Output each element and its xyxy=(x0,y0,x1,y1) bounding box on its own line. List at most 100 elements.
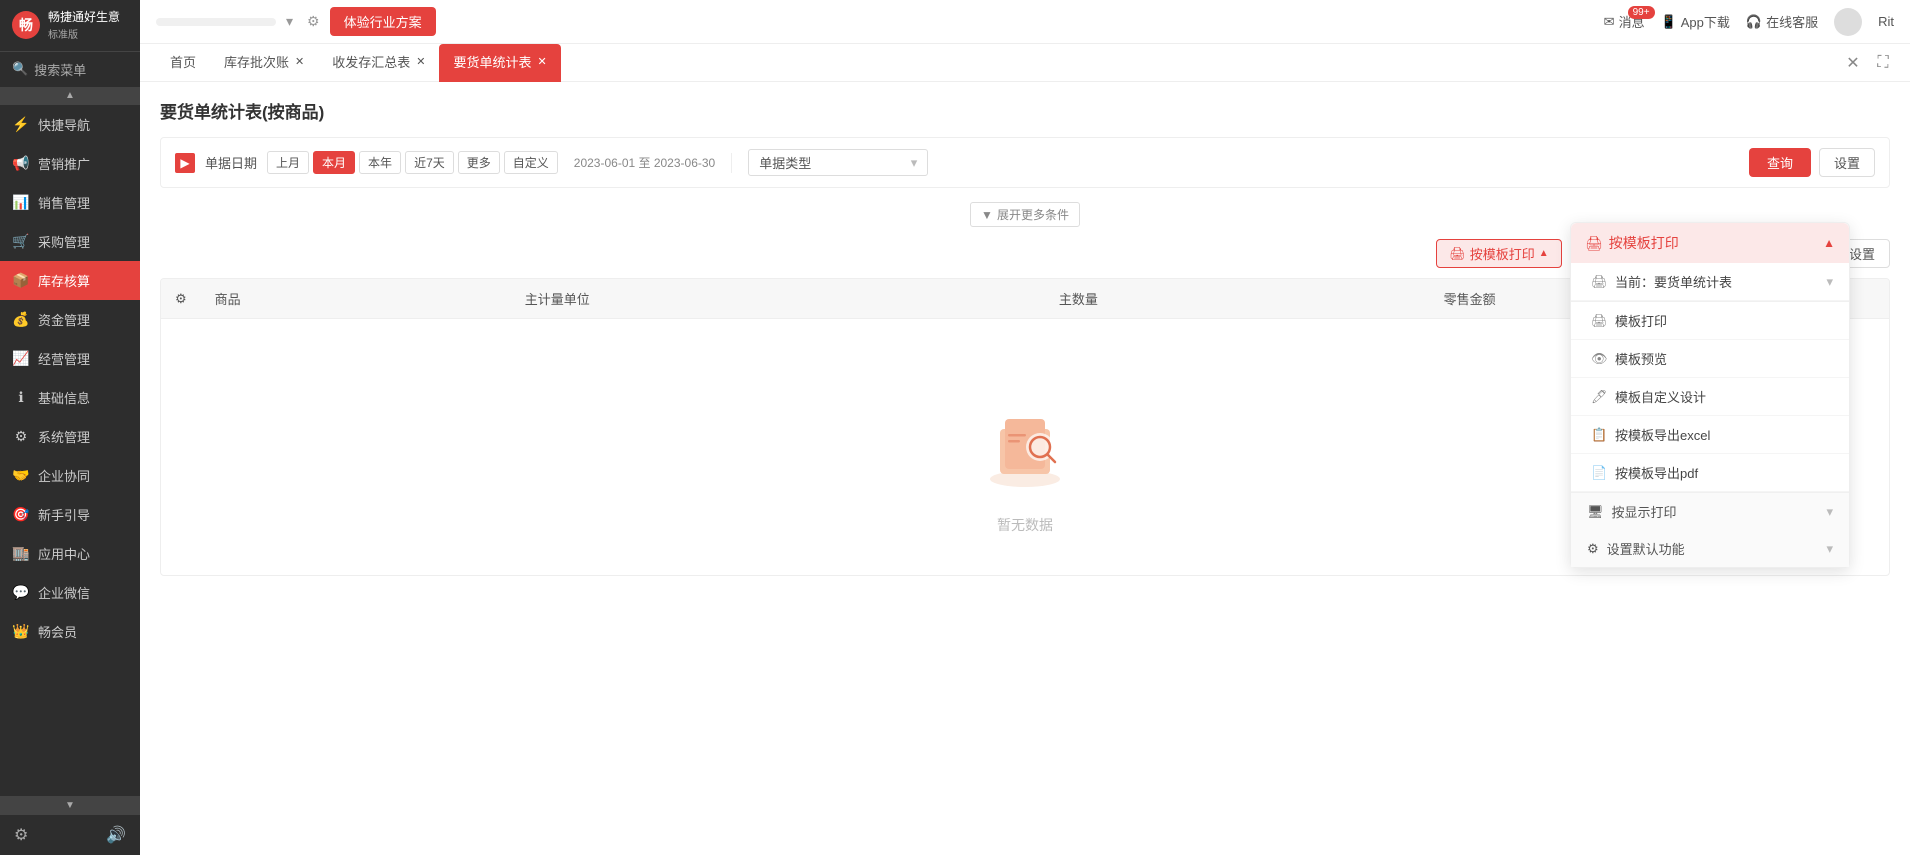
query-button[interactable]: 查询 xyxy=(1749,148,1811,177)
dropdown-display-print[interactable]: 🖥 按显示打印 ▾ xyxy=(1571,493,1849,530)
sidebar-scroll-up[interactable]: ▲ xyxy=(0,87,140,105)
filter-expand-btn[interactable]: ▶ xyxy=(175,153,195,173)
topbar-search[interactable] xyxy=(156,18,276,26)
expand-label: 展开更多条件 xyxy=(997,206,1069,223)
dropdown-template-print[interactable]: 🖨 模板打印 xyxy=(1571,302,1849,340)
print-button[interactable]: 🖨 按模板打印 ▲ xyxy=(1436,239,1561,268)
dropdown-set-default[interactable]: ⚙ 设置默认功能 ▾ xyxy=(1571,530,1849,567)
tab-receipt-summary[interactable]: 收发存汇总表 ✕ xyxy=(318,44,439,82)
topbar-dropdown-icon[interactable]: ▾ xyxy=(286,13,293,30)
sidebar-bottom: ⚙ 🔊 xyxy=(0,814,140,855)
sidebar-item-appstore[interactable]: 🏬 应用中心 xyxy=(0,534,140,573)
sidebar-item-wechat[interactable]: 💬 企业微信 xyxy=(0,573,140,612)
inventory-icon: 📦 xyxy=(12,272,30,289)
sidebar-item-enterprise[interactable]: 🤝 企业协同 xyxy=(0,456,140,495)
date-btn-custom[interactable]: 自定义 xyxy=(504,151,558,174)
date-btn-current-month[interactable]: 本月 xyxy=(313,151,355,174)
tab-order-stats-close[interactable]: ✕ xyxy=(538,55,547,68)
logo-text-block: 畅捷通好生意 标准版 xyxy=(48,10,120,41)
type-select[interactable]: 单据类型 ▾ xyxy=(748,149,928,176)
settings-icon[interactable]: ⚙ xyxy=(14,825,28,845)
template-preview-label: 模板预览 xyxy=(1615,349,1667,368)
date-btn-7days[interactable]: 近7天 xyxy=(405,151,454,174)
trial-button[interactable]: 体验行业方案 xyxy=(330,7,436,36)
tab-close-window-btn[interactable]: ✕ xyxy=(1842,52,1864,74)
sidebar-item-purchase[interactable]: 🛒 采购管理 xyxy=(0,222,140,261)
date-btn-current-year[interactable]: 本年 xyxy=(359,151,401,174)
sidebar-item-system[interactable]: ⚙ 系统管理 xyxy=(0,417,140,456)
sidebar-item-sales[interactable]: 📊 销售管理 xyxy=(0,183,140,222)
set-default-icon: ⚙ xyxy=(1587,541,1599,557)
sidebar-logo: 畅 畅捷通好生意 标准版 xyxy=(0,0,140,52)
message-btn[interactable]: ✉ 消息 99+ xyxy=(1604,12,1645,31)
filter-separator xyxy=(731,153,732,173)
template-design-icon: 🖊 xyxy=(1591,389,1607,405)
tab-home[interactable]: 首页 xyxy=(156,44,210,82)
tab-order-stats-label: 要货单统计表 xyxy=(453,52,531,71)
display-print-chevron: ▾ xyxy=(1826,504,1833,520)
dropdown-current-label: 当前：要货单统计表 xyxy=(1615,272,1732,291)
app-icon: 📱 xyxy=(1661,14,1677,30)
date-btn-more[interactable]: 更多 xyxy=(458,151,500,174)
date-btn-prev-month[interactable]: 上月 xyxy=(267,151,309,174)
sidebar-item-inventory[interactable]: 📦 库存核算 xyxy=(0,261,140,300)
newbie-label: 新手引导 xyxy=(38,505,90,524)
tab-maximize-btn[interactable]: ⛶ xyxy=(1872,52,1894,74)
app-download-btn[interactable]: 📱 App下载 xyxy=(1661,12,1730,31)
sidebar-item-marketing[interactable]: 📢 营销推广 xyxy=(0,144,140,183)
sidebar-search-label: 搜索菜单 xyxy=(34,60,86,79)
tab-order-stats[interactable]: 要货单统计表 ✕ xyxy=(439,44,560,82)
appstore-icon: 🏬 xyxy=(12,545,30,562)
print-dropdown-popup: 🖨 按模板打印 ▲ 🖨 当前：要货单统计表 ▾ 🖨 模板打印 xyxy=(1570,222,1850,568)
sound-icon[interactable]: 🔊 xyxy=(106,825,126,845)
sidebar-item-finance[interactable]: 💰 资金管理 xyxy=(0,300,140,339)
marketing-label: 营销推广 xyxy=(38,154,90,173)
dropdown-export-excel[interactable]: 📋 按模板导出excel xyxy=(1571,416,1849,454)
col-checkbox[interactable]: ⚙ xyxy=(161,279,201,319)
tab-inventory-batch-close[interactable]: ✕ xyxy=(295,55,304,68)
tab-inventory-batch-label: 库存批次账 xyxy=(224,52,289,71)
type-label: 单据类型 xyxy=(759,153,811,172)
inventory-label: 库存核算 xyxy=(38,271,90,290)
sidebar-item-basic[interactable]: ℹ 基础信息 xyxy=(0,378,140,417)
sidebar-item-operation[interactable]: 📈 经营管理 xyxy=(0,339,140,378)
no-data-label: 暂无数据 xyxy=(997,515,1053,535)
topbar-gear-icon[interactable]: ⚙ xyxy=(307,13,320,30)
sidebar-item-quick-nav[interactable]: ⚡ 快捷导航 xyxy=(0,105,140,144)
sidebar-item-newbie[interactable]: 🎯 新手引导 xyxy=(0,495,140,534)
avatar[interactable] xyxy=(1834,8,1862,36)
marketing-icon: 📢 xyxy=(12,155,30,172)
logo-sub: 标准版 xyxy=(48,26,120,41)
dropdown-current-item[interactable]: 🖨 当前：要货单统计表 ▾ xyxy=(1571,263,1849,301)
tab-inventory-batch[interactable]: 库存批次账 ✕ xyxy=(210,44,318,82)
expand-more-btn[interactable]: ▼ 展开更多条件 xyxy=(970,202,1080,227)
template-preview-left: 👁 模板预览 xyxy=(1591,349,1667,368)
sales-icon: 📊 xyxy=(12,194,30,211)
dropdown-chevron-icon: ▲ xyxy=(1823,236,1835,250)
sales-label: 销售管理 xyxy=(38,193,90,212)
sidebar-scroll-down[interactable]: ▼ xyxy=(0,796,140,814)
tab-receipt-summary-close[interactable]: ✕ xyxy=(416,55,425,68)
topbar-right: ✉ 消息 99+ 📱 App下载 🎧 在线客服 Rit xyxy=(1604,8,1894,36)
current-icon: 🖨 xyxy=(1591,274,1607,290)
dropdown-header-left: 🖨 按模板打印 xyxy=(1585,233,1679,253)
purchase-icon: 🛒 xyxy=(12,233,30,250)
dropdown-title: 按模板打印 xyxy=(1609,233,1679,253)
template-preview-icon: 👁 xyxy=(1591,351,1607,367)
print-dropdown-header[interactable]: 🖨 按模板打印 ▲ xyxy=(1571,223,1849,263)
export-pdf-left: 📄 按模板导出pdf xyxy=(1591,463,1698,482)
newbie-icon: 🎯 xyxy=(12,506,30,523)
print-label: 按模板打印 xyxy=(1470,244,1535,263)
sidebar-item-member[interactable]: 👑 畅会员 xyxy=(0,612,140,651)
dropdown-template-design[interactable]: 🖊 模板自定义设计 xyxy=(1571,378,1849,416)
settings-button[interactable]: 设置 xyxy=(1819,148,1875,177)
template-design-label: 模板自定义设计 xyxy=(1615,387,1706,406)
tab-home-label: 首页 xyxy=(170,52,196,71)
topbar: ▾ ⚙ 体验行业方案 ✉ 消息 99+ 📱 App下载 🎧 在线客服 Rit xyxy=(140,0,1910,44)
operation-label: 经营管理 xyxy=(38,349,90,368)
dropdown-current-left: 🖨 当前：要货单统计表 xyxy=(1591,272,1732,291)
dropdown-export-pdf[interactable]: 📄 按模板导出pdf xyxy=(1571,454,1849,492)
sidebar-search[interactable]: 🔍 搜索菜单 xyxy=(0,52,140,87)
dropdown-template-preview[interactable]: 👁 模板预览 xyxy=(1571,340,1849,378)
online-service-btn[interactable]: 🎧 在线客服 xyxy=(1746,12,1818,31)
